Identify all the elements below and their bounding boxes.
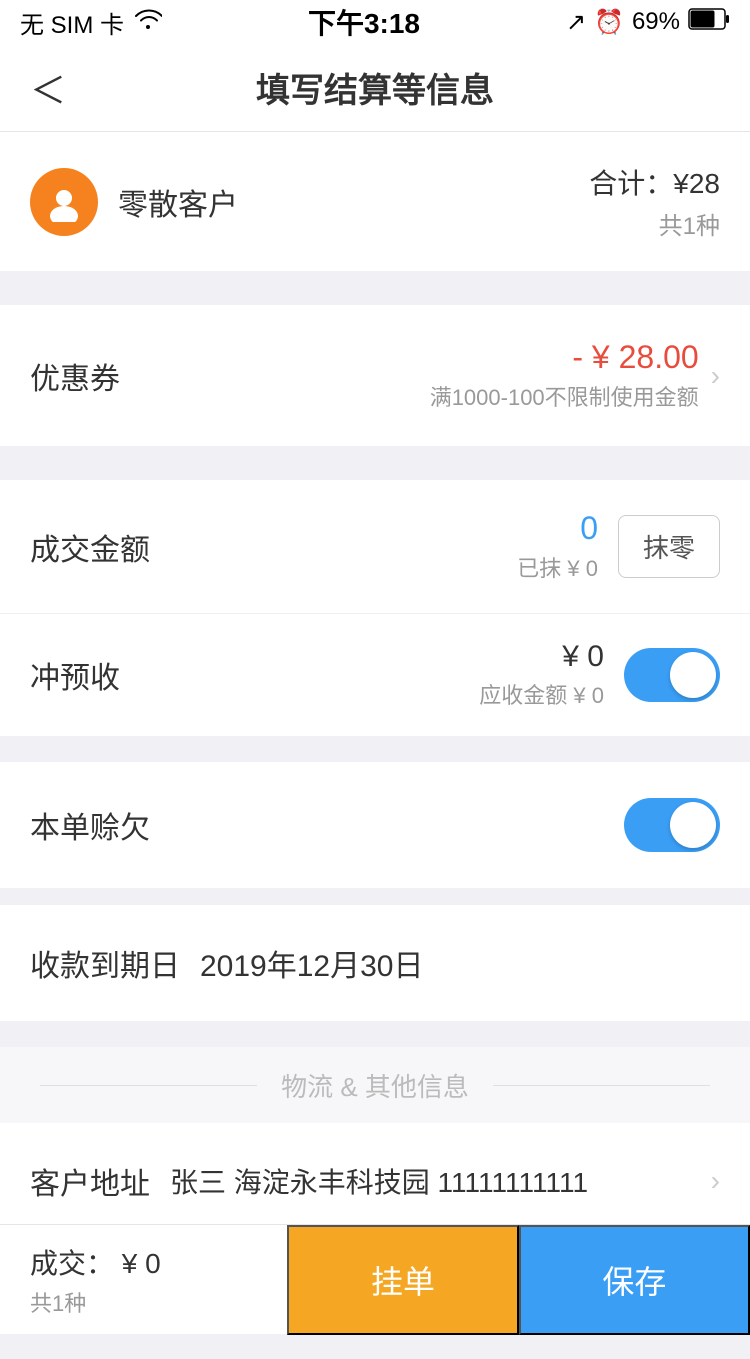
deal-amount-label: 成交金额 xyxy=(30,525,150,569)
section-divider-3b xyxy=(0,754,750,762)
bottom-bar: 成交： ¥ 0 共1种 挂单 保存 xyxy=(0,1224,750,1334)
prepay-row: 冲预收 ¥ 0 应收金额 ¥ 0 xyxy=(0,613,750,736)
bottom-count-label: 共1种 xyxy=(30,1286,257,1318)
debt-toggle[interactable] xyxy=(624,798,720,852)
coupon-section[interactable]: 优惠券 - ¥ 28.00 满1000-100不限制使用金额 › xyxy=(0,305,750,446)
customer-row: 零散客户 合计：¥28 共1种 xyxy=(0,132,750,271)
address-chevron-icon: › xyxy=(711,1165,720,1197)
customer-left: 零散客户 xyxy=(30,168,238,236)
logistics-header: 物流 & 其他信息 xyxy=(0,1047,750,1123)
deal-right: 0 已抹 ¥ 0 抹零 xyxy=(517,510,720,583)
logistics-label-wrap: 物流 & 其他信息 xyxy=(257,1067,493,1104)
status-time: 下午3:18 xyxy=(308,2,420,42)
logistics-section-label: 物流 & 其他信息 xyxy=(281,1072,469,1102)
customer-total: 合计：¥28 共1种 xyxy=(589,162,720,241)
coupon-amount: - ¥ 28.00 xyxy=(430,339,699,376)
chevron-right-icon: › xyxy=(711,360,720,392)
bottom-summary: 成交： ¥ 0 共1种 xyxy=(0,1242,287,1318)
prepay-value-block: ¥ 0 应收金额 ¥ 0 xyxy=(479,640,604,710)
due-date-label: 收款到期日 xyxy=(30,941,180,985)
battery-label: 69% xyxy=(632,8,680,36)
coupon-value-block: - ¥ 28.00 满1000-100不限制使用金额 xyxy=(430,339,699,412)
section-divider-4b xyxy=(0,1039,750,1047)
toggle-knob xyxy=(670,652,716,698)
no-sim-label: 无 SIM 卡 xyxy=(20,5,124,40)
wifi-icon xyxy=(134,8,162,36)
prepay-amount: ¥ 0 xyxy=(479,640,604,674)
status-right: ↗ ⏰ 69% xyxy=(566,8,730,37)
status-bar: 无 SIM 卡 下午3:18 ↗ ⏰ 69% xyxy=(0,0,750,44)
deal-amount-value: 0 xyxy=(517,510,598,547)
debt-toggle-knob xyxy=(670,802,716,848)
debt-label: 本单赊欠 xyxy=(30,803,150,847)
main-content: 零散客户 合计：¥28 共1种 优惠券 - ¥ 28.00 满1000-100不… xyxy=(0,132,750,1359)
round-off-button[interactable]: 抹零 xyxy=(618,515,720,578)
section-divider-3 xyxy=(0,736,750,754)
deal-value-block: 0 已抹 ¥ 0 xyxy=(517,510,598,583)
pending-button[interactable]: 挂单 xyxy=(287,1225,518,1335)
section-divider-2 xyxy=(0,462,750,480)
location-icon: ↗ xyxy=(566,8,586,37)
address-row[interactable]: 客户地址 张三 海淀永丰科技园 11111111111 › xyxy=(0,1123,750,1239)
customer-name: 零散客户 xyxy=(118,180,238,224)
address-label: 客户地址 xyxy=(30,1159,150,1203)
address-value: 张三 海淀永丰科技园 11111111111 xyxy=(170,1161,711,1201)
status-left: 无 SIM 卡 xyxy=(20,5,162,40)
coupon-row[interactable]: 优惠券 - ¥ 28.00 满1000-100不限制使用金额 › xyxy=(0,305,750,446)
save-button[interactable]: 保存 xyxy=(519,1225,750,1335)
due-date-value: 2019年12月30日 xyxy=(200,941,423,985)
avatar xyxy=(30,168,98,236)
deal-sub-label: 已抹 ¥ 0 xyxy=(517,551,598,583)
deal-amount-section: 成交金额 0 已抹 ¥ 0 抹零 xyxy=(0,480,750,613)
bottom-deal-label: 成交： ¥ 0 xyxy=(30,1242,257,1282)
total-count-label: 共1种 xyxy=(589,206,720,241)
coupon-label: 优惠券 xyxy=(30,354,120,398)
prepay-toggle[interactable] xyxy=(624,648,720,702)
total-amount-label: 合计：¥28 xyxy=(589,162,720,202)
nav-bar: ＜ 填写结算等信息 xyxy=(0,44,750,132)
prepay-label: 冲预收 xyxy=(30,653,120,697)
customer-section: 零散客户 合计：¥28 共1种 xyxy=(0,132,750,271)
prepay-sub-label: 应收金额 ¥ 0 xyxy=(479,678,604,710)
due-date-section: 收款到期日 2019年12月30日 xyxy=(0,904,750,1021)
alarm-icon: ⏰ xyxy=(594,8,624,37)
section-divider-1 xyxy=(0,287,750,305)
coupon-right: - ¥ 28.00 满1000-100不限制使用金额 › xyxy=(430,339,720,412)
prepay-right: ¥ 0 应收金额 ¥ 0 xyxy=(479,640,720,710)
deal-amount-row: 成交金额 0 已抹 ¥ 0 抹零 xyxy=(30,480,720,613)
battery-icon xyxy=(688,8,730,37)
page-title: 填写结算等信息 xyxy=(256,63,494,112)
debt-section: 本单赊欠 xyxy=(0,762,750,888)
coupon-desc: 满1000-100不限制使用金额 xyxy=(430,380,699,412)
section-divider-4 xyxy=(0,1021,750,1039)
back-button[interactable]: ＜ xyxy=(30,62,66,114)
